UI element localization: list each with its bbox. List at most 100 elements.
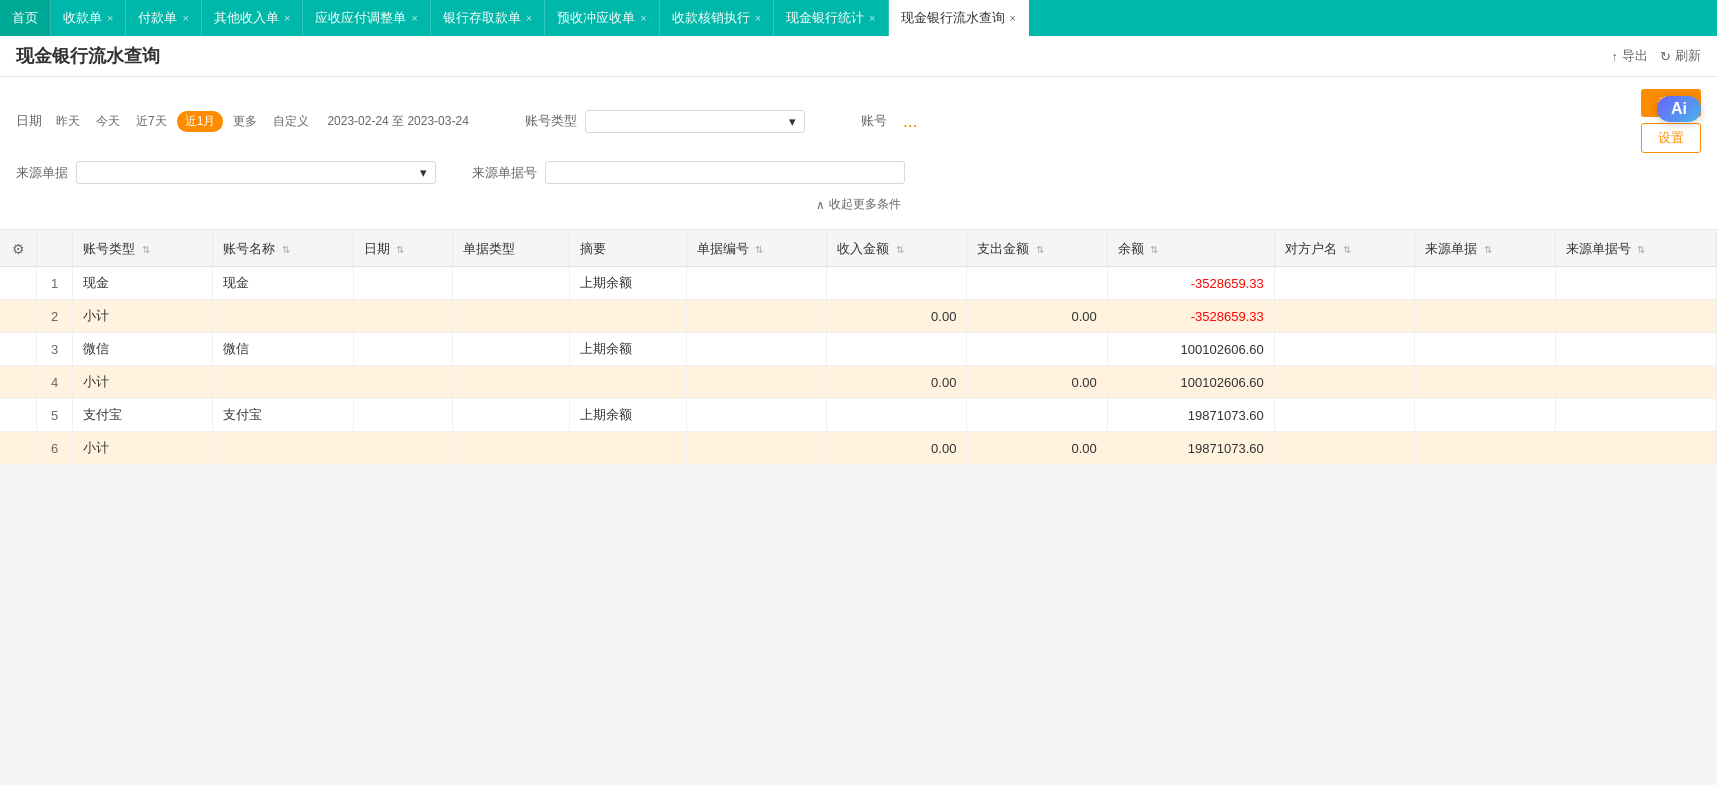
nav-tab-receipt-label: 收款单 (63, 9, 102, 27)
filter-row-date: 日期 昨天 今天 近7天 近1月 更多 自定义 2023-02-24 至 202… (16, 89, 1701, 153)
row-settings (0, 399, 37, 432)
date-option-7days[interactable]: 近7天 (130, 111, 173, 132)
row-source-voucher (1415, 399, 1555, 432)
income-header-label: 收入金额 (837, 241, 889, 256)
row-source-voucher-no (1555, 267, 1716, 300)
column-expense[interactable]: 支出金额 ⇅ (967, 232, 1107, 267)
close-other-income-icon[interactable]: × (284, 12, 290, 24)
account-more-icon[interactable]: ... (903, 111, 918, 132)
date-option-custom[interactable]: 自定义 (267, 111, 315, 132)
table-row: 6 小计 0.00 0.00 19871073.60 (0, 432, 1717, 465)
row-voucher-type (452, 267, 569, 300)
sort-counterparty-icon: ⇅ (1343, 244, 1351, 255)
sort-income-icon: ⇅ (896, 244, 904, 255)
nav-tab-receipt[interactable]: 收款单 × (51, 0, 126, 36)
refresh-button[interactable]: ↻ 刷新 (1660, 47, 1701, 65)
source-voucher-no-input[interactable] (545, 161, 905, 184)
close-cash-bank-stat-icon[interactable]: × (869, 12, 875, 24)
row-voucher-type (452, 333, 569, 366)
close-ar-ap-icon[interactable]: × (411, 12, 417, 24)
nav-tab-cash-bank-flow[interactable]: 现金银行流水查询 × (889, 0, 1029, 36)
nav-tab-ar-ap-adjust[interactable]: 应收应付调整单 × (303, 0, 430, 36)
row-source-voucher-no (1555, 300, 1716, 333)
close-receipt-verify-icon[interactable]: × (755, 12, 761, 24)
nav-tab-bank-deposit[interactable]: 银行存取款单 × (431, 0, 545, 36)
row-balance: 19871073.60 (1107, 432, 1274, 465)
row-balance: -3528659.33 (1107, 300, 1274, 333)
nav-tab-prepay-offset[interactable]: 预收冲应收单 × (545, 0, 659, 36)
row-account-name (213, 366, 353, 399)
column-balance[interactable]: 余额 ⇅ (1107, 232, 1274, 267)
column-voucher-no[interactable]: 单据编号 ⇅ (686, 232, 826, 267)
account-type-select[interactable]: ▾ (585, 110, 805, 133)
row-counterparty (1274, 399, 1414, 432)
export-button[interactable]: ↑ 导出 (1612, 47, 1649, 65)
row-date (353, 399, 452, 432)
row-source-voucher-no (1555, 366, 1716, 399)
row-expense (967, 333, 1107, 366)
row-expense (967, 267, 1107, 300)
collapse-label: 收起更多条件 (829, 196, 901, 213)
date-option-more[interactable]: 更多 (227, 111, 263, 132)
row-summary: 上期余额 (569, 333, 686, 366)
nav-tab-prepay-offset-label: 预收冲应收单 (557, 9, 635, 27)
top-navigation: 首页 收款单 × 付款单 × 其他收入单 × 应收应付调整单 × 银行存取款单 … (0, 0, 1717, 36)
settings-button[interactable]: 设置 (1641, 123, 1701, 153)
balance-header-label: 余额 (1118, 241, 1144, 256)
row-settings (0, 333, 37, 366)
column-source-voucher-no[interactable]: 来源单据号 ⇅ (1555, 232, 1716, 267)
nav-tab-payment[interactable]: 付款单 × (126, 0, 201, 36)
nav-tab-cash-bank-stat[interactable]: 现金银行统计 × (774, 0, 888, 36)
column-settings[interactable]: ⚙ (0, 232, 37, 267)
row-account-name (213, 432, 353, 465)
close-cash-bank-flow-icon[interactable]: × (1010, 12, 1016, 24)
export-label: 导出 (1622, 47, 1648, 65)
source-voucher-no-header-label: 来源单据号 (1566, 241, 1631, 256)
close-prepay-icon[interactable]: × (640, 12, 646, 24)
collapse-button[interactable]: ∧ 收起更多条件 (16, 192, 1701, 217)
filter-area: 日期 昨天 今天 近7天 近1月 更多 自定义 2023-02-24 至 202… (0, 77, 1717, 230)
row-voucher-no (686, 432, 826, 465)
row-index: 2 (37, 300, 73, 333)
header-actions: ↑ 导出 ↻ 刷新 (1612, 47, 1702, 65)
ai-badge[interactable]: Ai (1657, 96, 1701, 122)
nav-tab-receipt-verify[interactable]: 收款核销执行 × (660, 0, 774, 36)
row-source-voucher (1415, 267, 1555, 300)
column-account-name[interactable]: 账号名称 ⇅ (213, 232, 353, 267)
column-source-voucher[interactable]: 来源单据 ⇅ (1415, 232, 1555, 267)
row-income (826, 267, 966, 300)
column-account-type[interactable]: 账号类型 ⇅ (73, 232, 213, 267)
column-date[interactable]: 日期 ⇅ (353, 232, 452, 267)
source-voucher-label: 来源单据 (16, 164, 68, 182)
row-counterparty (1274, 366, 1414, 399)
row-voucher-no (686, 333, 826, 366)
date-option-1month[interactable]: 近1月 (177, 111, 224, 132)
row-voucher-type (452, 366, 569, 399)
row-account-type: 支付宝 (73, 399, 213, 432)
table-row: 5 支付宝 支付宝 上期余额 19871073.60 (0, 399, 1717, 432)
row-index: 5 (37, 399, 73, 432)
row-income (826, 333, 966, 366)
close-receipt-icon[interactable]: × (107, 12, 113, 24)
source-voucher-select[interactable]: ▾ (76, 161, 436, 184)
row-source-voucher (1415, 432, 1555, 465)
row-source-voucher-no (1555, 333, 1716, 366)
row-summary: 上期余额 (569, 399, 686, 432)
nav-tab-home[interactable]: 首页 (0, 0, 51, 36)
date-option-today[interactable]: 今天 (90, 111, 126, 132)
row-source-voucher-no (1555, 399, 1716, 432)
sort-voucher-no-icon: ⇅ (755, 244, 763, 255)
close-bank-deposit-icon[interactable]: × (526, 12, 532, 24)
close-payment-icon[interactable]: × (182, 12, 188, 24)
source-voucher-chevron-icon: ▾ (420, 165, 427, 180)
row-voucher-no (686, 300, 826, 333)
filter-row-source: 来源单据 ▾ 来源单据号 (16, 161, 1701, 184)
row-account-type: 小计 (73, 300, 213, 333)
nav-tab-other-income[interactable]: 其他收入单 × (202, 0, 303, 36)
expense-header-label: 支出金额 (977, 241, 1029, 256)
column-counterparty[interactable]: 对方户名 ⇅ (1274, 232, 1414, 267)
column-income[interactable]: 收入金额 ⇅ (826, 232, 966, 267)
row-income: 0.00 (826, 300, 966, 333)
date-option-yesterday[interactable]: 昨天 (50, 111, 86, 132)
row-date (353, 333, 452, 366)
